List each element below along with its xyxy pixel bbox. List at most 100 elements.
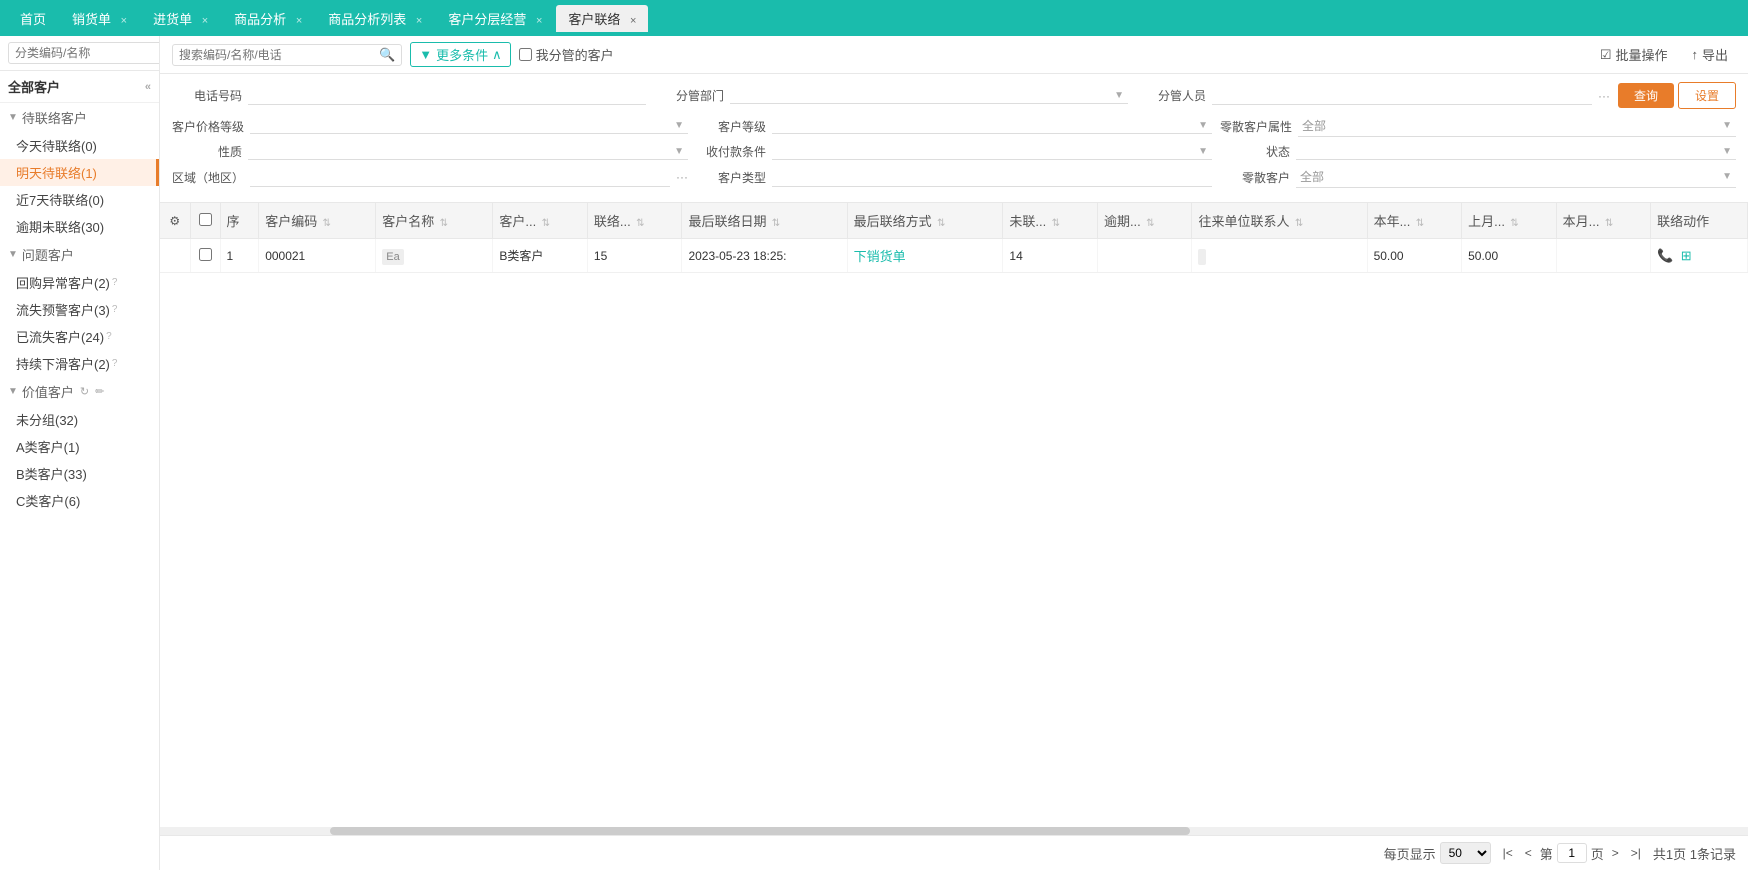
page-number-input[interactable]	[1557, 843, 1587, 863]
sidebar-item-class-b[interactable]: B类客户(33)	[0, 460, 159, 487]
my-customers-checkbox-label[interactable]: 我分管的客户	[519, 45, 614, 64]
nature-select[interactable]: ▼	[248, 144, 688, 160]
cust-level-select[interactable]: ▼	[250, 118, 688, 134]
help-icon-2[interactable]: ?	[112, 304, 118, 315]
sidebar-item-class-a[interactable]: A类客户(1)	[0, 433, 159, 460]
query-button[interactable]: 查询	[1618, 83, 1674, 108]
payment-dropdown-icon: ▼	[1198, 146, 1208, 157]
nav-product-analysis[interactable]: 商品分析 ×	[222, 5, 314, 32]
sidebar-item-declining[interactable]: 持续下滑客户(2) ?	[0, 350, 159, 377]
export-button[interactable]: ↑ 导出	[1683, 43, 1736, 66]
td-no-contact: 14	[1003, 239, 1098, 273]
th-this-year[interactable]: 本年... ⇅	[1367, 203, 1462, 239]
all-customers-header[interactable]: 全部客户 «	[0, 71, 159, 103]
nav-sales-order[interactable]: 销货单 ×	[60, 5, 139, 32]
call-action-icon[interactable]: 📞	[1657, 248, 1673, 263]
edit-icon[interactable]: ✏	[95, 385, 104, 398]
close-customer-segment-icon[interactable]: ×	[536, 15, 542, 27]
close-product-analysis-icon[interactable]: ×	[296, 15, 302, 27]
sort-method-icon: ⇅	[937, 218, 945, 229]
help-icon-3[interactable]: ?	[106, 331, 112, 342]
manager-input[interactable]	[1212, 86, 1592, 105]
my-customers-checkbox[interactable]	[519, 48, 532, 61]
page-suffix: 页	[1591, 844, 1604, 863]
sidebar-item-tomorrow[interactable]: 明天待联络(1)	[0, 159, 159, 186]
cust-level-dropdown-icon: ▼	[674, 120, 684, 131]
batch-action-button[interactable]: ☑ 批量操作	[1592, 43, 1676, 66]
status-select[interactable]: ▼	[1296, 144, 1736, 160]
nav-purchase-order[interactable]: 进货单 ×	[141, 5, 220, 32]
help-icon-4[interactable]: ?	[112, 358, 118, 369]
nav-customer-segment[interactable]: 客户分层经营 ×	[436, 5, 554, 32]
more-filter-button[interactable]: ▼ 更多条件 ∧	[410, 42, 510, 67]
area-label: 区域（地区）	[172, 169, 244, 186]
td-contact-action[interactable]: 📞 ⊞	[1651, 239, 1748, 273]
filter-cell-status: 状态 ▼	[1220, 143, 1736, 160]
setting-button[interactable]: 设置	[1678, 82, 1736, 109]
td-name: Ea	[376, 239, 493, 273]
cust-type-input[interactable]	[772, 168, 1212, 187]
page-label: 第	[1540, 844, 1553, 863]
close-customer-contact-icon[interactable]: ×	[630, 15, 636, 27]
sidebar-item-today[interactable]: 今天待联络(0)	[0, 132, 159, 159]
th-last-month[interactable]: 上月... ⇅	[1462, 203, 1557, 239]
nav-customer-contact[interactable]: 客户联络 ×	[556, 5, 648, 32]
help-icon-1[interactable]: ?	[112, 277, 118, 288]
th-no-contact[interactable]: 未联... ⇅	[1003, 203, 1098, 239]
sidebar-item-ungrouped[interactable]: 未分组(32)	[0, 406, 159, 433]
payment-select[interactable]: ▼	[772, 144, 1212, 160]
manager-dots-btn[interactable]: ···	[1598, 89, 1610, 103]
th-cust-type[interactable]: 客户... ⇅	[493, 203, 588, 239]
th-gear[interactable]: ⚙	[160, 203, 190, 239]
td-check[interactable]	[190, 239, 220, 273]
sidebar-item-repurchase-abnormal[interactable]: 回购异常客户(2) ?	[0, 269, 159, 296]
refresh-icon[interactable]: ↻	[80, 385, 89, 398]
sidebar-item-class-c[interactable]: C类客户(6)	[0, 487, 159, 514]
retail-cust-select[interactable]: 全部 ▼	[1296, 166, 1736, 188]
select-all-checkbox[interactable]	[199, 213, 212, 226]
sort-code-icon: ⇅	[323, 218, 331, 229]
last-method-link[interactable]: 下销货单	[854, 249, 906, 264]
cust-grade-select[interactable]: ▼	[772, 118, 1212, 134]
main-search-icon[interactable]: 🔍	[379, 47, 395, 63]
first-page-button[interactable]: |<	[1499, 844, 1517, 862]
qr-action-icon[interactable]: ⊞	[1681, 248, 1692, 263]
th-name[interactable]: 客户名称 ⇅	[376, 203, 493, 239]
th-contacts[interactable]: 联络... ⇅	[587, 203, 682, 239]
phone-input[interactable]	[248, 86, 646, 105]
sidebar-item-overdue[interactable]: 逾期未联络(30)	[0, 213, 159, 240]
retail-attr-select[interactable]: 全部 ▼	[1298, 115, 1736, 137]
sidebar-item-churned[interactable]: 已流失客户(24) ?	[0, 323, 159, 350]
next-page-button[interactable]: >	[1608, 844, 1623, 862]
th-code[interactable]: 客户编码 ⇅	[259, 203, 376, 239]
close-product-analysis-list-icon[interactable]: ×	[416, 15, 422, 27]
scrollbar-thumb[interactable]	[330, 827, 1190, 835]
area-dots-btn[interactable]: ···	[676, 170, 688, 184]
th-this-month[interactable]: 本月... ⇅	[1556, 203, 1651, 239]
nav-product-analysis-list[interactable]: 商品分析列表 ×	[316, 5, 434, 32]
sidebar-search-input[interactable]	[8, 42, 160, 64]
main-search-input[interactable]	[179, 48, 379, 62]
th-overdue[interactable]: 逾期... ⇅	[1097, 203, 1192, 239]
dept-select[interactable]: ▼	[730, 88, 1128, 104]
area-input[interactable]	[250, 168, 670, 187]
sidebar-group-value: ▼ 价值客户 ↻ ✏	[0, 377, 159, 406]
per-page-label: 每页显示	[1384, 844, 1436, 863]
sidebar-item-7days[interactable]: 近7天待联络(0)	[0, 186, 159, 213]
close-purchase-order-icon[interactable]: ×	[202, 15, 208, 27]
prev-page-button[interactable]: <	[1521, 844, 1536, 862]
horizontal-scrollbar[interactable]	[160, 827, 1748, 835]
nav-home[interactable]: 首页	[8, 5, 58, 32]
last-page-button[interactable]: >|	[1627, 844, 1645, 862]
td-last-method[interactable]: 下销货单	[847, 239, 1003, 273]
th-action: 联络动作	[1651, 203, 1748, 239]
th-last-date[interactable]: 最后联络日期 ⇅	[682, 203, 847, 239]
close-sales-order-icon[interactable]: ×	[121, 15, 127, 27]
sidebar-item-churn-warning[interactable]: 流失预警客户(3) ?	[0, 296, 159, 323]
row-checkbox[interactable]	[199, 248, 212, 261]
th-check[interactable]	[190, 203, 220, 239]
per-page-select[interactable]: 50 100 200	[1440, 842, 1491, 864]
collapse-sidebar-icon[interactable]: «	[145, 81, 151, 93]
th-unit-contacts[interactable]: 往来单位联系人 ⇅	[1192, 203, 1367, 239]
th-last-method[interactable]: 最后联络方式 ⇅	[847, 203, 1003, 239]
